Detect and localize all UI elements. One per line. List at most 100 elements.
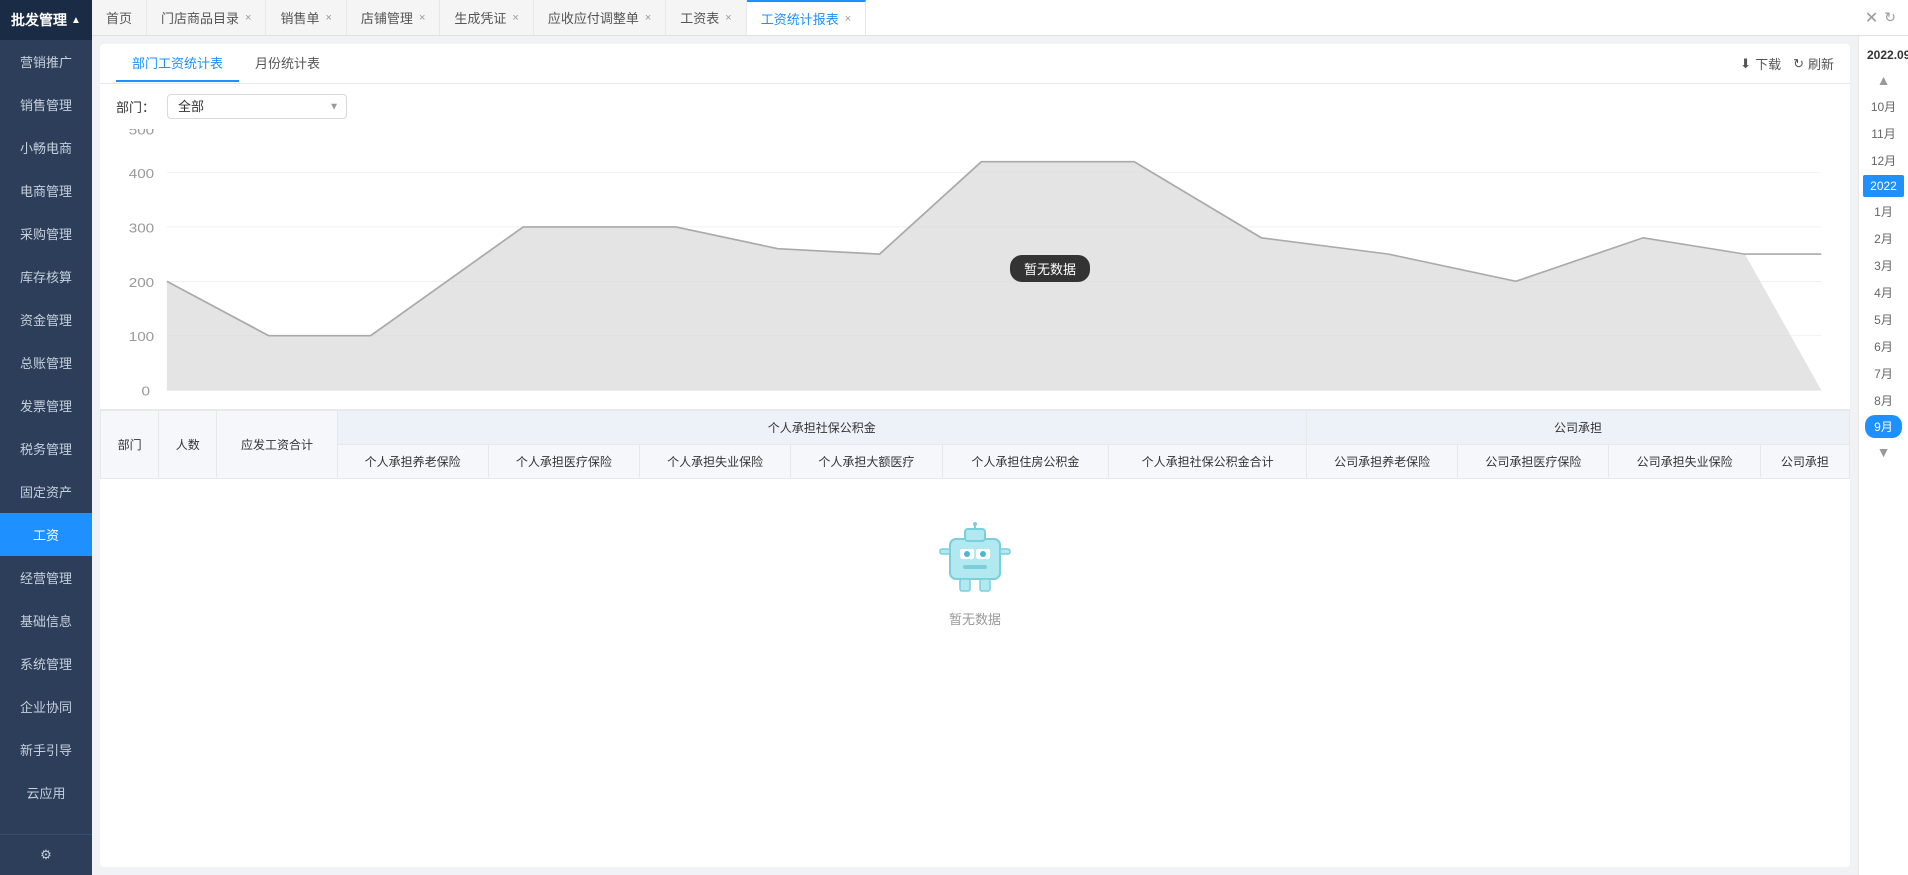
th-company-group: 公司承担 [1307, 411, 1850, 445]
timeline-jan[interactable]: 1月 [1859, 199, 1908, 224]
tab-销售单[interactable]: 销售单 × [266, 0, 346, 35]
tab-label: 应收应付调整单 [548, 8, 639, 27]
empty-icon [935, 519, 1015, 599]
tab-close-icon[interactable]: × [725, 12, 731, 24]
timeline-feb[interactable]: 2月 [1859, 226, 1908, 251]
sidebar-title: 批发管理 [11, 10, 67, 30]
filter-bar: 部门： 全部 [100, 84, 1850, 129]
timeline-mar[interactable]: 3月 [1859, 253, 1908, 278]
sidebar-item-系统管理[interactable]: 系统管理 [0, 642, 92, 685]
timeline-dec[interactable]: 12月 [1859, 148, 1908, 173]
sidebar-collapse-icon: ▲ [71, 15, 81, 26]
th-personal-housing: 个人承担住房公积金 [942, 445, 1109, 479]
svg-text:0: 0 [141, 385, 150, 400]
tab-close-icon[interactable]: × [419, 12, 425, 24]
main-area: 首页门店商品目录×销售单×店铺管理×生成凭证×应收应付调整单×工资表×工资统计报… [92, 0, 1908, 875]
th-company-medical: 公司承担医疗保险 [1458, 445, 1609, 479]
tab-label: 生成凭证 [454, 8, 506, 27]
sidebar-item-总账管理[interactable]: 总账管理 [0, 341, 92, 384]
tab-close-icon[interactable]: × [645, 12, 651, 24]
timeline-jul[interactable]: 7月 [1859, 361, 1908, 386]
sidebar-item-企业协同[interactable]: 企业协同 [0, 685, 92, 728]
svg-text:200: 200 [129, 276, 155, 291]
sidebar-item-新手引导[interactable]: 新手引导 [0, 728, 92, 771]
tab-label: 店铺管理 [361, 8, 413, 27]
dept-select[interactable]: 全部 [167, 94, 347, 119]
sidebar-item-营销推广[interactable]: 营销推广 [0, 40, 92, 83]
timeline-down-nav[interactable]: ▼ [1873, 440, 1895, 464]
sidebar-item-固定资产[interactable]: 固定资产 [0, 470, 92, 513]
empty-text: 暂无数据 [949, 609, 1001, 628]
tab-首页[interactable]: 首页 [92, 0, 147, 35]
sidebar-item-小畅电商[interactable]: 小畅电商 [0, 126, 92, 169]
timeline-apr[interactable]: 4月 [1859, 280, 1908, 305]
timeline-current-label: 2022.09 [1863, 44, 1908, 66]
timeline-year-2022[interactable]: 2022 [1863, 175, 1904, 197]
timeline-may[interactable]: 5月 [1859, 307, 1908, 332]
th-company-pension: 公司承担养老保险 [1307, 445, 1458, 479]
page: 部门工资统计表月份统计表 ⬇ 下载 ↻ 刷新 部门： 全 [100, 44, 1850, 867]
tab-bar: 首页门店商品目录×销售单×店铺管理×生成凭证×应收应付调整单×工资表×工资统计报… [92, 0, 1908, 36]
th-total: 应发工资合计 [217, 411, 337, 479]
sidebar-item-云应用[interactable]: 云应用 [0, 771, 92, 814]
sidebar-item-资金管理[interactable]: 资金管理 [0, 298, 92, 341]
tab-close-icon[interactable]: × [845, 13, 851, 25]
tab-label: 首页 [106, 8, 132, 27]
subtab-部门工资统计表[interactable]: 部门工资统计表 [116, 45, 239, 82]
sidebar-item-基础信息[interactable]: 基础信息 [0, 599, 92, 642]
tab-close-icon[interactable]: × [325, 12, 331, 24]
dept-filter-label: 部门： [116, 97, 155, 116]
th-personal-total: 个人承担社保公积金合计 [1109, 445, 1307, 479]
tab-生成凭证[interactable]: 生成凭证 × [440, 0, 533, 35]
tab-label: 工资统计报表 [761, 9, 839, 28]
sidebar-item-发票管理[interactable]: 发票管理 [0, 384, 92, 427]
empty-state: 暂无数据 [101, 479, 1850, 668]
tab-bar-close[interactable]: ✕ ↻ [1853, 8, 1908, 28]
sidebar-item-电商管理[interactable]: 电商管理 [0, 169, 92, 212]
gear-icon: ⚙ [40, 847, 52, 862]
timeline-up-nav[interactable]: ▲ [1873, 68, 1895, 92]
sidebar-item-采购管理[interactable]: 采购管理 [0, 212, 92, 255]
svg-text:400: 400 [129, 167, 155, 182]
refresh-icon: ↻ [1884, 9, 1896, 26]
refresh-button[interactable]: ↻ 刷新 [1793, 54, 1834, 73]
tab-close-icon[interactable]: × [512, 12, 518, 24]
sidebar-item-工资[interactable]: 工资 [0, 513, 92, 556]
settings-button[interactable]: ⚙ [0, 834, 92, 875]
tab-应收应付调整单[interactable]: 应收应付调整单 × [534, 0, 666, 35]
svg-text:100: 100 [129, 330, 155, 345]
sidebar-item-经营管理[interactable]: 经营管理 [0, 556, 92, 599]
sub-tabs: 部门工资统计表月份统计表 [116, 45, 336, 82]
svg-text:500: 500 [129, 129, 155, 138]
th-dept: 部门 [101, 411, 159, 479]
sub-tab-bar: 部门工资统计表月份统计表 ⬇ 下载 ↻ 刷新 [100, 44, 1850, 84]
tab-门店商品目录[interactable]: 门店商品目录 × [147, 0, 266, 35]
download-button[interactable]: ⬇ 下载 [1740, 54, 1781, 73]
tab-label: 门店商品目录 [161, 8, 239, 27]
sidebar-item-库存核算[interactable]: 库存核算 [0, 255, 92, 298]
th-personal-major-medical: 个人承担大额医疗 [791, 445, 942, 479]
svg-text:300: 300 [129, 221, 155, 236]
tab-工资表[interactable]: 工资表× [666, 0, 746, 35]
sidebar: 批发管理 ▲ 营销推广销售管理小畅电商电商管理采购管理库存核算资金管理总账管理发… [0, 0, 92, 875]
timeline-oct[interactable]: 10月 [1859, 94, 1908, 119]
dept-select-wrap: 全部 [167, 94, 347, 119]
subtab-月份统计表[interactable]: 月份统计表 [239, 45, 336, 82]
table-area[interactable]: 部门 人数 应发工资合计 个人承担社保公积金 公司承担 个人承担养老保险 个人承… [100, 409, 1850, 867]
tab-店铺管理[interactable]: 店铺管理 × [347, 0, 440, 35]
sidebar-header[interactable]: 批发管理 ▲ [0, 0, 92, 40]
sidebar-item-销售管理[interactable]: 销售管理 [0, 83, 92, 126]
close-all-icon: ✕ [1865, 8, 1878, 28]
data-table: 部门 人数 应发工资合计 个人承担社保公积金 公司承担 个人承担养老保险 个人承… [100, 410, 1850, 668]
tab-label: 销售单 [280, 8, 319, 27]
timeline-nov[interactable]: 11月 [1859, 121, 1908, 146]
th-company-more: 公司承担 [1760, 445, 1849, 479]
timeline-jun[interactable]: 6月 [1859, 334, 1908, 359]
timeline-sep[interactable]: 9月 [1865, 415, 1902, 438]
tab-工资统计报表[interactable]: 工资统计报表 × [747, 0, 866, 35]
tab-close-icon[interactable]: × [245, 12, 251, 24]
timeline-aug[interactable]: 8月 [1859, 388, 1908, 413]
th-personal-unemployment: 个人承担失业保险 [640, 445, 791, 479]
chart-area: 0 100 200 300 400 500 暂 [100, 129, 1850, 409]
sidebar-item-税务管理[interactable]: 税务管理 [0, 427, 92, 470]
